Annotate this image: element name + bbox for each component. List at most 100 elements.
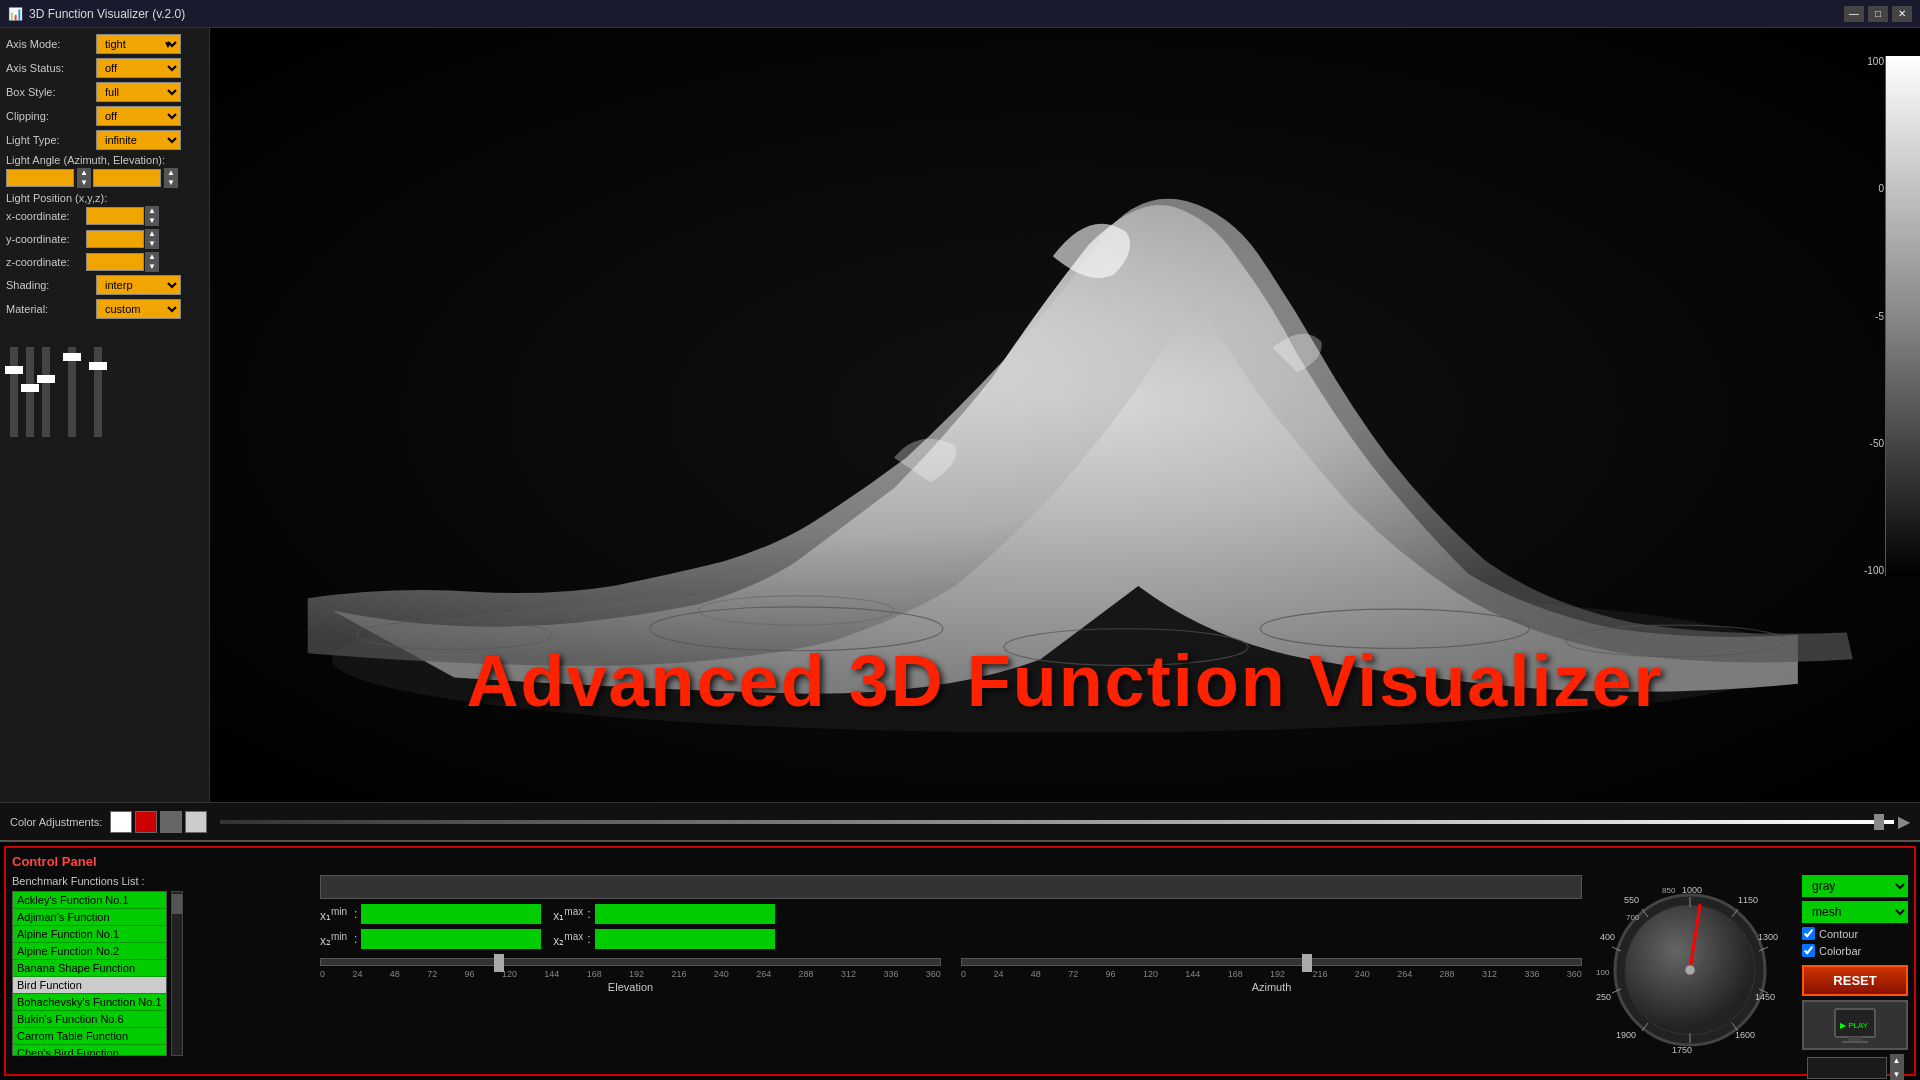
clipping-select[interactable]: off on xyxy=(96,106,181,126)
azimuth-track[interactable] xyxy=(961,958,1582,966)
y-coord-input[interactable]: 0.00 xyxy=(86,230,144,248)
shading-row: Shading: interp flat faceted xyxy=(6,275,203,295)
formula-input[interactable]: x1.*sin(x2)+x2.*cos(x1) xyxy=(320,875,1582,899)
azimuth-up[interactable]: ▲ xyxy=(77,168,91,178)
z-up[interactable]: ▲ xyxy=(145,252,159,262)
svg-text:1300: 1300 xyxy=(1758,932,1778,942)
azimuth-thumb[interactable] xyxy=(1302,954,1312,972)
z-coord-input[interactable]: 1.00 xyxy=(86,253,144,271)
z-down[interactable]: ▼ xyxy=(145,262,159,272)
app-title: 3D Function Visualizer (v.2.0) xyxy=(29,7,185,21)
color-adj-bar: Color Adjustments: ▶ xyxy=(0,802,1920,842)
function-list-item[interactable]: Carrom Table Function xyxy=(13,1028,166,1045)
y-up[interactable]: ▲ xyxy=(145,229,159,239)
list-scrollbar[interactable] xyxy=(171,891,183,1056)
function-list-item[interactable]: Banana Shape Function xyxy=(13,960,166,977)
x-up[interactable]: ▲ xyxy=(145,206,159,216)
z-spinners: ▲ ▼ xyxy=(145,252,159,272)
contour-checkbox[interactable] xyxy=(1802,927,1815,940)
function-list-item[interactable]: Bird Function xyxy=(13,977,166,994)
x-coord-input[interactable]: 1.00 xyxy=(86,207,144,225)
resolution-input[interactable]: 1000.00 xyxy=(1807,1057,1887,1079)
slider-track-3[interactable] xyxy=(42,347,50,437)
close-button[interactable]: ✕ xyxy=(1892,6,1912,22)
y-down[interactable]: ▼ xyxy=(145,239,159,249)
slider-track-4[interactable] xyxy=(68,347,76,437)
elevation-track[interactable] xyxy=(320,958,941,966)
color-swatch-lightgray[interactable] xyxy=(185,811,207,833)
azimuth-label: Azimuth xyxy=(961,981,1582,993)
elevation-thumb[interactable] xyxy=(494,954,504,972)
azimuth-down[interactable]: ▼ xyxy=(77,178,91,188)
box-style-select[interactable]: full half none xyxy=(96,82,181,102)
axis-status-select[interactable]: off on xyxy=(96,58,181,78)
monitor-button[interactable]: ▶ PLAY xyxy=(1802,1000,1908,1050)
clipping-row: Clipping: off on xyxy=(6,106,203,126)
dial-svg: 1000 1150 1300 1450 1600 1750 1900 250 4… xyxy=(1590,875,1790,1065)
function-editor: x1.*sin(x2)+x2.*cos(x1) x₁min : -6.283 x… xyxy=(320,875,1582,1065)
slider-thumb-5[interactable] xyxy=(89,362,107,370)
elevation-label: Elevation xyxy=(320,981,941,993)
elevation-up[interactable]: ▲ xyxy=(164,168,178,178)
elevation-spinners: ▲ ▼ xyxy=(164,168,178,188)
svg-text:1900: 1900 xyxy=(1616,1030,1636,1040)
azimuth-input[interactable]: 90.00 xyxy=(6,169,74,187)
titlebar-left: 📊 3D Function Visualizer (v.2.0) xyxy=(8,7,185,21)
function-list-item[interactable]: Bohachevsky's Function No.1 xyxy=(13,994,166,1011)
x1-max-input[interactable]: 6.283 xyxy=(595,904,775,924)
colorbar-label-0: 0 xyxy=(1864,183,1884,194)
color-swatch-red[interactable] xyxy=(135,811,157,833)
function-list[interactable]: Ackley's Function No.1Adjiman's Function… xyxy=(12,891,167,1056)
control-inner: Benchmark Functions List : Ackley's Func… xyxy=(12,875,1908,1065)
slider-track-5[interactable] xyxy=(94,347,102,437)
x2-min-input[interactable]: -6.283 xyxy=(361,929,541,949)
light-type-row: Light Type: infinite local xyxy=(6,130,203,150)
slider-thumb-4[interactable] xyxy=(63,353,81,361)
svg-point-20 xyxy=(1685,965,1695,975)
slider-thumb-2[interactable] xyxy=(21,384,39,392)
control-panel: Control Panel Benchmark Functions List :… xyxy=(4,846,1916,1076)
function-list-label: Benchmark Functions List : xyxy=(12,875,312,887)
slider-track-1[interactable] xyxy=(10,347,18,437)
mesh-dropdown[interactable]: mesh surface contour xyxy=(1802,901,1908,923)
shading-select[interactable]: interp flat faceted xyxy=(96,275,181,295)
colorbar-checkbox[interactable] xyxy=(1802,944,1815,957)
resolution-down[interactable]: ▼ xyxy=(1890,1068,1904,1080)
shading-label: Shading: xyxy=(6,279,96,291)
scrollbar-thumb[interactable] xyxy=(172,894,182,914)
color-adj-thumb[interactable] xyxy=(1874,814,1884,830)
viz-area: Advanced 3D Function Visualizer 100 0 -5… xyxy=(210,28,1920,802)
color-adj-slider[interactable] xyxy=(220,820,1894,824)
slider-track-2[interactable] xyxy=(26,347,34,437)
minimize-button[interactable]: — xyxy=(1844,6,1864,22)
material-select[interactable]: custom default dull xyxy=(96,299,181,319)
elevation-input[interactable]: 200.00 xyxy=(93,169,161,187)
x1-min-input[interactable]: -6.283 xyxy=(361,904,541,924)
light-type-select[interactable]: infinite local xyxy=(96,130,181,150)
axis-mode-select[interactable]: tight auto equal xyxy=(96,34,181,54)
color-swatch-gray[interactable] xyxy=(160,811,182,833)
maximize-button[interactable]: □ xyxy=(1868,6,1888,22)
function-list-item[interactable]: Alpine Function No.1 xyxy=(13,926,166,943)
function-list-item[interactable]: Bukin's Function No.6 xyxy=(13,1011,166,1028)
slider-thumb-1[interactable] xyxy=(5,366,23,374)
clipping-label: Clipping: xyxy=(6,110,96,122)
color-swatch-white[interactable] xyxy=(110,811,132,833)
x-down[interactable]: ▼ xyxy=(145,216,159,226)
resolution-up[interactable]: ▲ xyxy=(1890,1054,1904,1068)
svg-text:1450: 1450 xyxy=(1755,992,1775,1002)
light-angle-label: Light Angle (Azimuth, Elevation): xyxy=(6,154,203,166)
function-list-item[interactable]: Chen's Bird Function xyxy=(13,1045,166,1056)
x2-max-input[interactable]: 6.283 xyxy=(595,929,775,949)
elevation-scale: 0 24 48 72 96 120 144 168 192 216 240 26… xyxy=(320,969,941,979)
reset-button[interactable]: RESET xyxy=(1802,965,1908,996)
elevation-section: 0 24 48 72 96 120 144 168 192 216 240 26… xyxy=(320,958,941,993)
elevation-down[interactable]: ▼ xyxy=(164,178,178,188)
colorbar-label-neg50: -50 xyxy=(1864,438,1884,449)
function-list-item[interactable]: Adjiman's Function xyxy=(13,909,166,926)
light-type-label: Light Type: xyxy=(6,134,96,146)
function-list-item[interactable]: Ackley's Function No.1 xyxy=(13,892,166,909)
slider-thumb-3[interactable] xyxy=(37,375,55,383)
function-list-item[interactable]: Alpine Function No.2 xyxy=(13,943,166,960)
color-dropdown[interactable]: gray jet hot cool xyxy=(1802,875,1908,897)
